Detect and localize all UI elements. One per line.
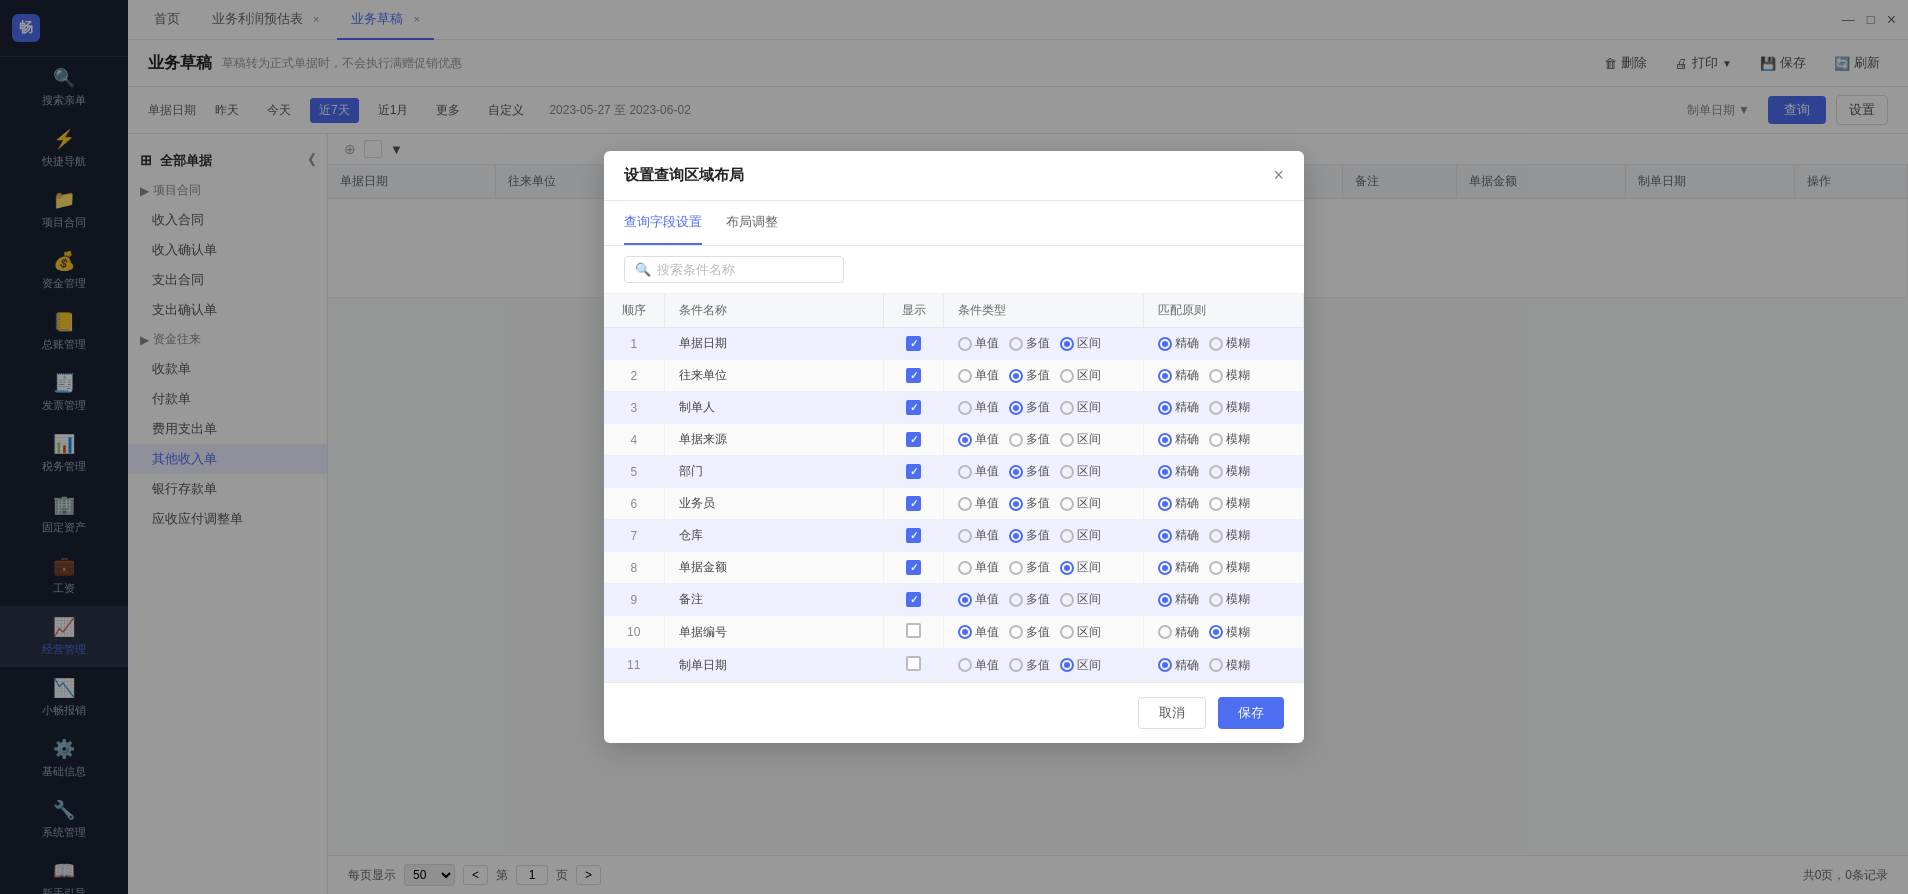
modal-row-condtype[interactable]: 单值 多值 区间: [944, 456, 1144, 488]
modal-row-condtype[interactable]: 单值 多值 区间: [944, 360, 1144, 392]
modal-row-match[interactable]: 精确 模糊: [1144, 328, 1304, 360]
modal-search-icon: 🔍: [635, 262, 651, 277]
modal-row-name: 业务员: [664, 488, 884, 520]
modal-row-display[interactable]: ✓: [884, 328, 944, 360]
modal-row-condtype[interactable]: 单值 多值 区间: [944, 424, 1144, 456]
modal-row-match[interactable]: 精确 模糊: [1144, 552, 1304, 584]
modal-th-order: 顺序: [604, 294, 664, 328]
modal-row-display[interactable]: ✓: [884, 552, 944, 584]
modal-row-order: 5: [604, 456, 664, 488]
modal-th-display: 显示: [884, 294, 944, 328]
modal-row-name: 备注: [664, 584, 884, 616]
modal-footer: 取消 保存: [604, 682, 1304, 743]
modal-row-condtype[interactable]: 单值 多值 区间: [944, 488, 1144, 520]
modal-row-condtype[interactable]: 单值 多值 区间: [944, 584, 1144, 616]
modal-row-match[interactable]: 精确 模糊: [1144, 616, 1304, 649]
modal-row-order: 3: [604, 392, 664, 424]
modal-table: 顺序 条件名称 显示 条件类型 匹配原则 1 单据日期 ✓ 单值 多值: [604, 294, 1304, 682]
modal-title: 设置查询区域布局: [624, 166, 744, 185]
modal-tabs: 查询字段设置 布局调整: [604, 201, 1304, 246]
modal-tab-fields[interactable]: 查询字段设置: [624, 201, 702, 245]
modal-row-match[interactable]: 精确 模糊: [1144, 649, 1304, 682]
modal-row-display[interactable]: ✓: [884, 456, 944, 488]
modal-row-order: 6: [604, 488, 664, 520]
modal-row-display[interactable]: ✓: [884, 360, 944, 392]
modal-row-condtype[interactable]: 单值 多值 区间: [944, 552, 1144, 584]
modal-row-order: 10: [604, 616, 664, 649]
modal-search-input[interactable]: [657, 262, 827, 277]
modal-search-area: 🔍: [604, 246, 1304, 294]
modal-row-name: 单据日期: [664, 328, 884, 360]
modal-row-condtype[interactable]: 单值 多值 区间: [944, 392, 1144, 424]
modal-row-name: 往来单位: [664, 360, 884, 392]
modal-row-display[interactable]: ✓: [884, 520, 944, 552]
modal-header: 设置查询区域布局 ×: [604, 151, 1304, 201]
modal-row-condtype[interactable]: 单值 多值 区间: [944, 520, 1144, 552]
modal-tab-layout[interactable]: 布局调整: [726, 201, 778, 245]
modal-row-order: 8: [604, 552, 664, 584]
modal-row-match[interactable]: 精确 模糊: [1144, 424, 1304, 456]
modal-th-name: 条件名称: [664, 294, 884, 328]
modal-row-order: 1: [604, 328, 664, 360]
modal-row-display[interactable]: [884, 649, 944, 682]
modal-row-condtype[interactable]: 单值 多值 区间: [944, 328, 1144, 360]
modal-th-condtype: 条件类型: [944, 294, 1144, 328]
modal-row-display[interactable]: ✓: [884, 424, 944, 456]
modal-row-display[interactable]: [884, 616, 944, 649]
modal-row-match[interactable]: 精确 模糊: [1144, 520, 1304, 552]
modal-row-name: 单据来源: [664, 424, 884, 456]
modal-save-btn[interactable]: 保存: [1218, 697, 1284, 729]
modal-dialog: 设置查询区域布局 × 查询字段设置 布局调整 🔍 顺序 条件名称 显示: [604, 151, 1304, 743]
modal-search-box: 🔍: [624, 256, 844, 283]
modal-row-match[interactable]: 精确 模糊: [1144, 584, 1304, 616]
modal-row-display[interactable]: ✓: [884, 584, 944, 616]
modal-row-name: 部门: [664, 456, 884, 488]
modal-table-wrap: 顺序 条件名称 显示 条件类型 匹配原则 1 单据日期 ✓ 单值 多值: [604, 294, 1304, 682]
modal-row-name: 单据编号: [664, 616, 884, 649]
modal-row-match[interactable]: 精确 模糊: [1144, 360, 1304, 392]
modal-th-match: 匹配原则: [1144, 294, 1304, 328]
modal-row-match[interactable]: 精确 模糊: [1144, 456, 1304, 488]
modal-close-btn[interactable]: ×: [1273, 165, 1284, 186]
modal-row-display[interactable]: ✓: [884, 392, 944, 424]
modal-row-order: 4: [604, 424, 664, 456]
modal-row-match[interactable]: 精确 模糊: [1144, 488, 1304, 520]
modal-row-order: 9: [604, 584, 664, 616]
modal-row-name: 仓库: [664, 520, 884, 552]
modal-row-display[interactable]: ✓: [884, 488, 944, 520]
modal-row-order: 2: [604, 360, 664, 392]
modal-row-name: 制单人: [664, 392, 884, 424]
modal-row-order: 11: [604, 649, 664, 682]
modal-row-condtype[interactable]: 单值 多值 区间: [944, 616, 1144, 649]
modal-overlay[interactable]: 设置查询区域布局 × 查询字段设置 布局调整 🔍 顺序 条件名称 显示: [0, 0, 1908, 894]
modal-row-name: 单据金额: [664, 552, 884, 584]
modal-row-condtype[interactable]: 单值 多值 区间: [944, 649, 1144, 682]
modal-row-order: 7: [604, 520, 664, 552]
cancel-btn[interactable]: 取消: [1138, 697, 1206, 729]
modal-row-name: 制单日期: [664, 649, 884, 682]
modal-row-match[interactable]: 精确 模糊: [1144, 392, 1304, 424]
